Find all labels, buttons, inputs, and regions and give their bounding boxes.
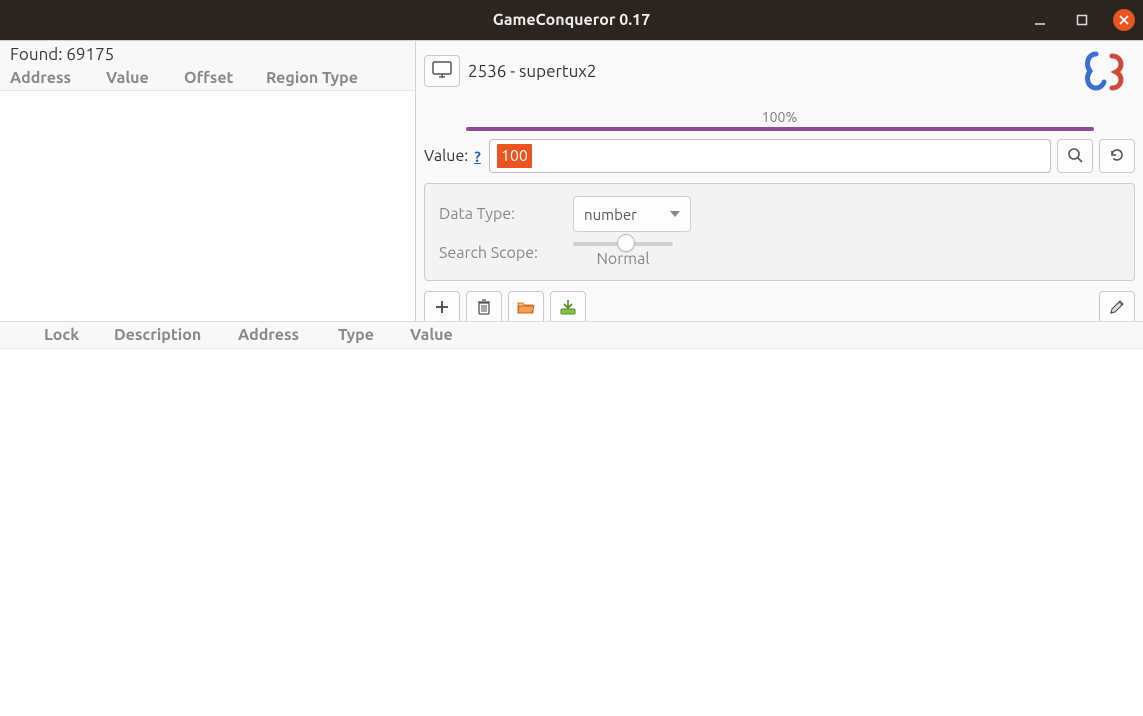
cheat-header: Lock Description Address Type Value (0, 322, 1143, 349)
titlebar: GameConqueror 0.17 (0, 0, 1143, 40)
col-address2[interactable]: Address (224, 322, 324, 348)
open-cheats-button[interactable] (508, 291, 544, 325)
results-body[interactable] (0, 91, 415, 321)
col-value[interactable]: Value (96, 66, 174, 90)
save-cheats-button[interactable] (550, 291, 586, 325)
plus-icon (435, 300, 449, 317)
add-cheat-button[interactable] (424, 291, 460, 325)
refresh-icon (1109, 147, 1125, 166)
progress-row: 100% (424, 109, 1135, 131)
cheat-body[interactable] (0, 349, 1143, 716)
upper-split: Found: 69175 Address Value Offset Region… (0, 41, 1143, 321)
value-help-link[interactable]: ? (474, 148, 481, 165)
col-region-type[interactable]: Region Type (256, 66, 415, 90)
select-process-button[interactable] (424, 55, 460, 87)
scope-value: Normal (596, 250, 649, 268)
cheat-list-pane: Lock Description Address Type Value (0, 321, 1143, 716)
process-label: 2536 - supertux2 (468, 62, 596, 81)
scope-label: Search Scope: (439, 244, 549, 262)
monitor-icon (432, 61, 452, 82)
reset-button[interactable] (1099, 139, 1135, 173)
close-button[interactable] (1113, 9, 1135, 31)
col-value2[interactable]: Value (396, 322, 1143, 348)
col-description[interactable]: Description (100, 322, 224, 348)
value-row: Value: ? 100 (424, 139, 1135, 173)
scope-slider-wrap: Normal (573, 238, 673, 268)
maximize-button[interactable] (1071, 9, 1093, 31)
delete-cheat-button[interactable] (466, 291, 502, 325)
search-icon (1067, 147, 1083, 166)
save-download-icon (560, 299, 576, 318)
col-lock[interactable]: Lock (0, 322, 100, 348)
value-label: Value: (424, 147, 468, 165)
col-type[interactable]: Type (324, 322, 396, 348)
trash-icon (477, 299, 491, 318)
scope-slider-thumb[interactable] (617, 234, 635, 252)
chevron-down-icon (670, 211, 680, 217)
data-type-label: Data Type: (439, 205, 549, 223)
value-input-wrap: 100 (489, 139, 1051, 173)
col-offset[interactable]: Offset (174, 66, 256, 90)
folder-open-icon (517, 300, 535, 317)
process-row: 2536 - supertux2 (424, 47, 1135, 95)
results-pane: Found: 69175 Address Value Offset Region… (0, 41, 416, 321)
pencil-icon (1109, 299, 1125, 318)
cheat-toolbar (424, 291, 1135, 325)
memory-editor-button[interactable] (1099, 291, 1135, 325)
search-button[interactable] (1057, 139, 1093, 173)
col-address[interactable]: Address (0, 66, 96, 90)
results-header: Address Value Offset Region Type (0, 66, 415, 91)
data-type-value: number (584, 206, 637, 223)
content: Found: 69175 Address Value Offset Region… (0, 40, 1143, 716)
progress-bar (466, 127, 1094, 131)
app-logo-icon (1081, 47, 1129, 95)
options-box: Data Type: number Search Scope: Normal (424, 183, 1135, 281)
scope-row: Search Scope: Normal (439, 238, 1120, 268)
progress-fill (466, 127, 1094, 131)
data-type-row: Data Type: number (439, 196, 1120, 232)
value-input[interactable] (489, 139, 1051, 173)
data-type-select[interactable]: number (573, 196, 691, 232)
progress-text: 100% (762, 109, 797, 125)
controls-pane: 2536 - supertux2 100% Value: ? (416, 41, 1143, 321)
found-count: Found: 69175 (0, 41, 415, 66)
window-title: GameConqueror 0.17 (0, 11, 1143, 29)
minimize-button[interactable] (1029, 9, 1051, 31)
window-controls (1029, 0, 1135, 40)
scope-slider[interactable] (573, 242, 673, 246)
